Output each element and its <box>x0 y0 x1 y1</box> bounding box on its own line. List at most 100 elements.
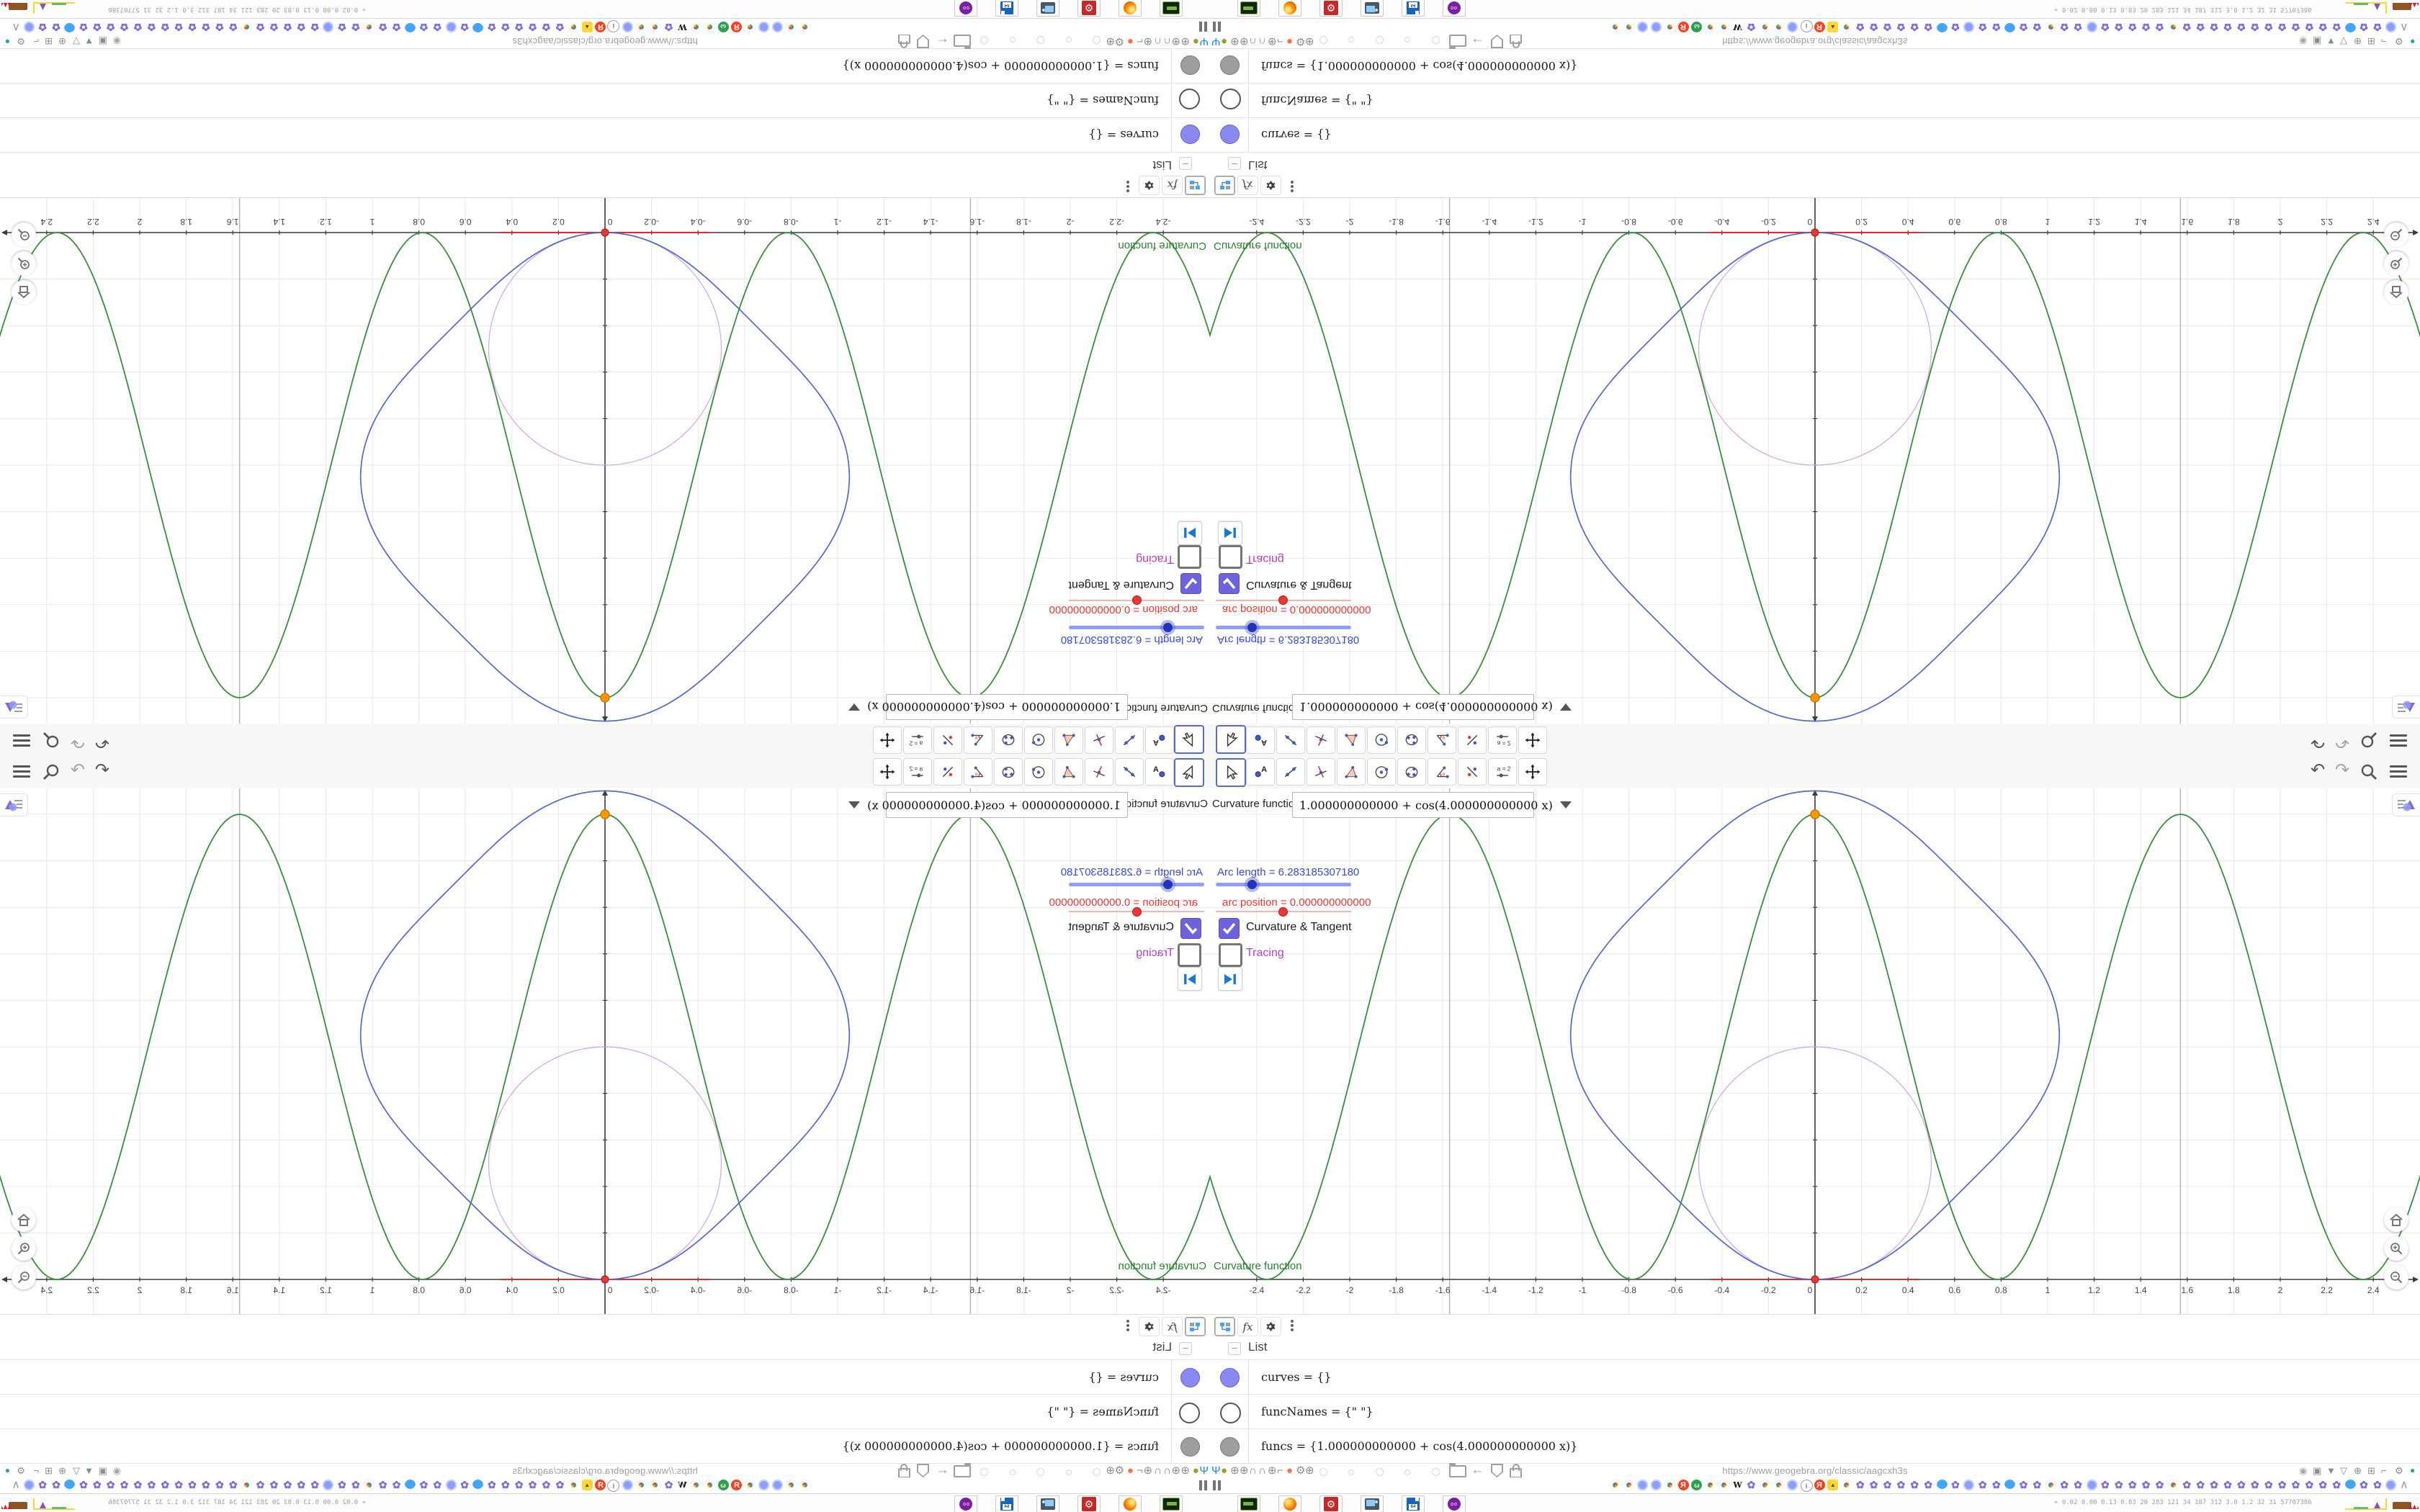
tab-favicon-gg[interactable]: ✿ <box>174 1479 184 1490</box>
tab-favicon-gg[interactable]: ✿ <box>2318 22 2329 33</box>
arc-length-slider-knob[interactable] <box>1245 877 1260 892</box>
tab-favicon-gg[interactable]: ✿ <box>2372 22 2383 33</box>
tab-favicon-gg[interactable]: ✿ <box>460 22 470 33</box>
graphics-stylebar-toggle[interactable] <box>2392 696 2420 719</box>
tab-favicon-ya[interactable]: Я <box>1814 22 1825 32</box>
tab-favicon-gg[interactable]: ✿ <box>336 22 347 33</box>
tool-button-circle-center-point[interactable] <box>1024 758 1053 786</box>
tab-favicon-gg[interactable]: ✿ <box>37 1479 48 1490</box>
taskbar-app-terminal-icon[interactable] <box>1160 0 1183 17</box>
collapse-list-button[interactable]: – <box>1228 1342 1241 1355</box>
tool-button-slider[interactable]: a = 2 <box>903 758 932 786</box>
tab-favicon-ya[interactable]: Я <box>595 22 606 32</box>
tab-favicon-dot[interactable] <box>323 22 334 32</box>
tab-favicon-gg[interactable]: ✿ <box>2209 1479 2220 1490</box>
fx-icon[interactable]: fx <box>1162 176 1183 195</box>
tab-favicon-gg[interactable]: ✿ <box>2372 1479 2383 1490</box>
globe-icon[interactable]: ⊕ <box>58 35 66 48</box>
gauge-icon[interactable]: ∩ <box>1249 35 1257 48</box>
taskbar-app-mask-icon[interactable]: oo <box>1443 1495 1466 1512</box>
tab-favicon-g[interactable] <box>2045 1480 2056 1490</box>
search-icon[interactable] <box>2360 762 2378 785</box>
shield-icon[interactable] <box>1491 1464 1503 1477</box>
tab-favicon-ya[interactable]: Я <box>731 1480 743 1490</box>
tab-favicon-gg[interactable]: ✿ <box>432 22 443 33</box>
trash-icon[interactable]: ▣ <box>2313 35 2321 48</box>
shield-icon[interactable]: ▽ <box>73 35 80 48</box>
tab-favicon-chat[interactable] <box>404 1480 416 1490</box>
gear-icon[interactable]: ⚙ <box>1296 1464 1305 1477</box>
tab-favicon-gg[interactable]: ✿ <box>2059 22 2070 33</box>
curvature-tangent-checkbox[interactable] <box>1180 918 1201 939</box>
tab-favicon-dot[interactable] <box>23 22 35 32</box>
tab-favicon-gg[interactable]: ✿ <box>2127 1479 2138 1490</box>
taskbar-app-terminal-icon[interactable] <box>1237 0 1260 17</box>
tool-button-move-cursor[interactable] <box>1216 725 1246 754</box>
tab-favicon-g[interactable] <box>690 1480 702 1490</box>
graphics-view[interactable]: -2.4 -2.2 -2 -1.8 -1.6 -1.4 -1.2 -1 -0.8 -0.6 -0.4… <box>0 788 1210 1314</box>
play-pause-button[interactable] <box>1218 521 1242 545</box>
tab-favicon-dot[interactable] <box>758 22 770 32</box>
tab-favicon-dot[interactable] <box>1636 22 1648 32</box>
tab-favicon-gg[interactable]: ✿ <box>418 22 429 33</box>
search-icon[interactable] <box>2360 727 2378 750</box>
function-dropdown[interactable]: 1.000000000000 + cos(4.000000000000 x) <box>1292 792 1572 818</box>
shield-ud-icon[interactable]: ▼ <box>84 1464 94 1477</box>
tab-favicon-g[interactable] <box>1759 1480 1770 1490</box>
tab-favicon-gg[interactable]: ✿ <box>2331 22 2342 33</box>
tab-favicon-gg[interactable]: ✿ <box>1868 22 1879 33</box>
visibility-toggle[interactable] <box>1220 125 1240 144</box>
tab-favicon-gg[interactable]: ✿ <box>255 22 266 33</box>
tab-favicon-g[interactable] <box>364 1480 375 1490</box>
tab-favicon-gg[interactable]: ✿ <box>78 1479 89 1490</box>
tool-button-reflect-about-line[interactable] <box>933 726 962 754</box>
algebra-row-funcnames[interactable]: funcNames = {" "} <box>1210 83 2420 118</box>
tab-favicon-gg[interactable]: ✿ <box>133 22 143 33</box>
gauge-icon[interactable]: ∩ <box>1258 1464 1266 1477</box>
tab-favicon-gg[interactable]: ✿ <box>377 1479 388 1490</box>
url-text[interactable]: https://www.geogebra.org/classic/aagcxh3… <box>1707 1465 1923 1476</box>
tab-favicon-gg[interactable]: ✿ <box>2059 1479 2070 1490</box>
tool-button-circle-three-points[interactable] <box>994 726 1023 754</box>
tool-button-circle-three-points[interactable] <box>994 758 1023 786</box>
tool-button-point[interactable]: A <box>1246 758 1275 786</box>
tab-favicon-gg[interactable]: ✿ <box>174 22 184 33</box>
arc-position-slider-knob[interactable] <box>1278 907 1288 917</box>
taskbar-app-monitor-icon[interactable] <box>1361 1495 1384 1512</box>
shield-icon[interactable] <box>917 1464 929 1477</box>
tab-favicon-dot[interactable] <box>622 22 634 32</box>
tracing-checkbox[interactable] <box>1219 545 1242 569</box>
tab-favicon-gg[interactable]: ✿ <box>228 22 238 33</box>
tab-favicon-gg[interactable]: ✿ <box>460 1479 470 1490</box>
globe-icon[interactable]: ⊕ <box>1180 35 1190 48</box>
globe-icon[interactable]: ⊕ <box>1230 35 1240 48</box>
tab-favicon-dot[interactable] <box>622 1480 634 1490</box>
tab-favicon-g[interactable] <box>1759 22 1770 32</box>
back-arrow-icon[interactable]: ← <box>936 1462 949 1478</box>
tab-favicon-info[interactable]: i <box>1800 1480 1813 1492</box>
tab-favicon-chat[interactable] <box>64 22 76 32</box>
globe-icon[interactable]: ⊕ <box>1143 35 1152 48</box>
tab-favicon-g[interactable] <box>799 1480 810 1490</box>
taskbar-app-floppy64-icon[interactable]: 64 <box>995 1495 1018 1512</box>
gear-icon[interactable]: ⚙ <box>17 35 25 48</box>
tab-favicon-gg[interactable]: ✿ <box>1909 1479 1920 1490</box>
tab-favicon-green[interactable]: ω <box>717 1480 729 1490</box>
arc-length-slider-knob[interactable] <box>1245 620 1260 635</box>
tool-button-polygon[interactable] <box>1337 758 1366 786</box>
tab-favicon-gg[interactable]: ✿ <box>255 1479 266 1490</box>
gauge-icon[interactable]: ∩ <box>1163 1464 1171 1477</box>
tab-favicon-gg[interactable]: ✿ <box>160 22 171 33</box>
tab-favicon-gg[interactable]: ✿ <box>2073 1479 2084 1490</box>
firefox-icon[interactable]: ● <box>1286 35 1293 48</box>
gear-icon[interactable] <box>1139 1317 1160 1336</box>
tab-favicon-info[interactable]: i <box>1800 20 1813 32</box>
gear-icon[interactable] <box>1260 1317 1281 1336</box>
function-dropdown[interactable]: 1.000000000000 + cos(4.000000000000 x) <box>848 694 1128 720</box>
camera-ball-icon[interactable]: ● <box>1221 35 1227 48</box>
arc-length-slider-knob[interactable] <box>1160 877 1175 892</box>
tab-favicon-gg[interactable]: ✿ <box>2195 1479 2206 1490</box>
arc-length-slider[interactable] <box>1216 626 1351 629</box>
tab-favicon-img[interactable]: ▲ <box>1827 22 1839 32</box>
globe-icon[interactable]: ⊕ <box>1106 1464 1115 1477</box>
